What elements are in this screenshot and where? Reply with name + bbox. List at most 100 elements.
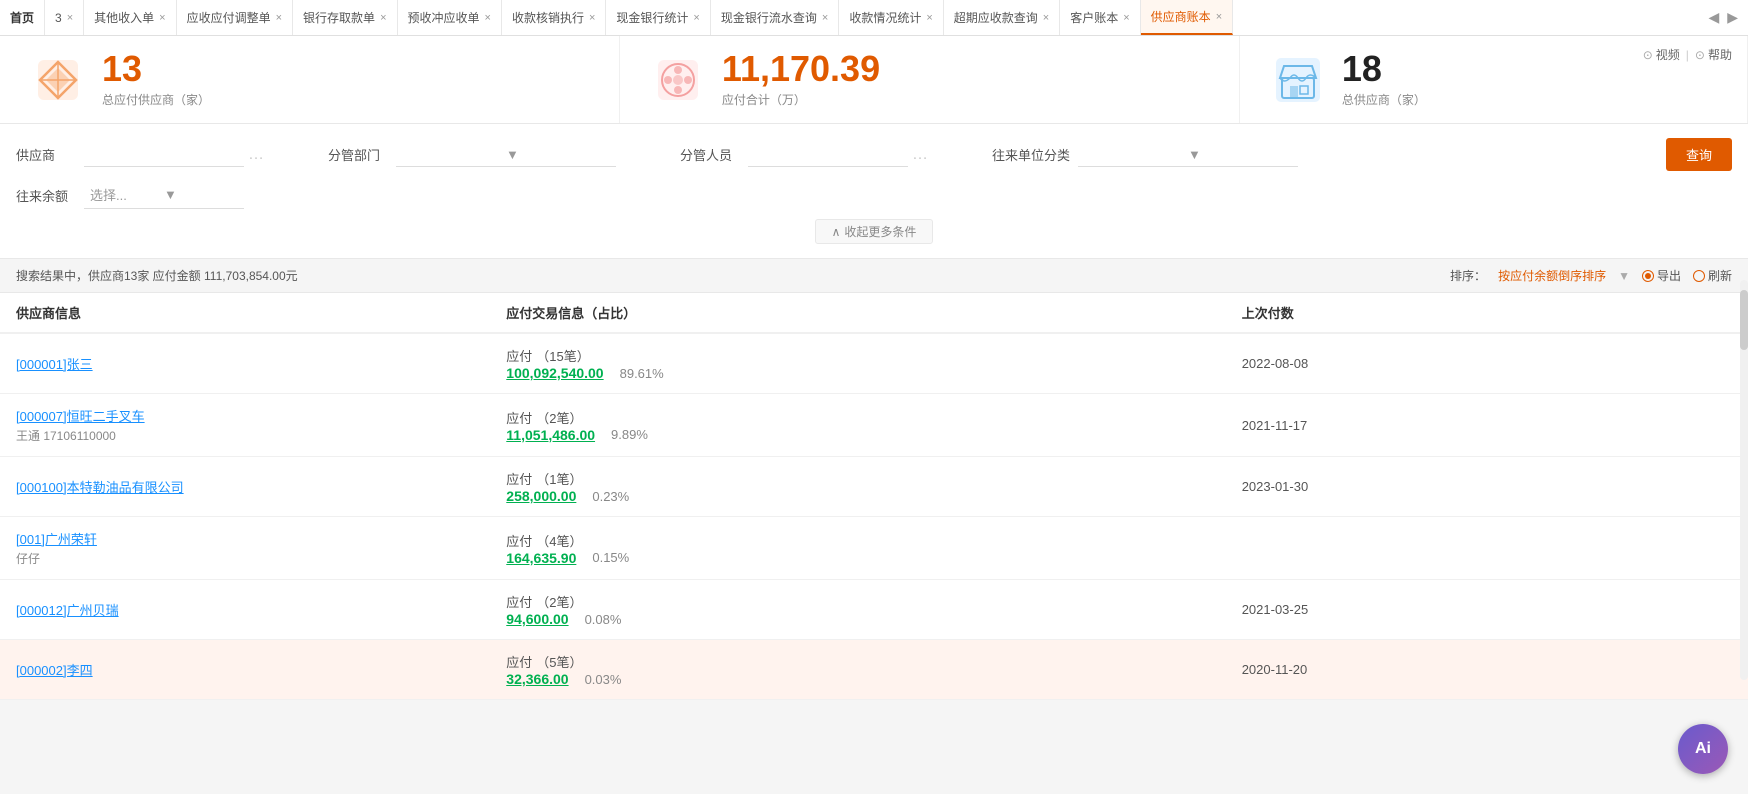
tab-overdue-ar-label: 超期应收款查询 [954,9,1038,26]
payable-count: （5笔） [536,652,582,671]
table-row: [000007]恒旺二手叉车 王通 17106110000 应付 （2笔） 11… [0,394,1748,457]
export-button[interactable]: 导出 [1642,267,1681,284]
nav-tab-cash-bank-flow[interactable]: 现金银行流水查询 × [711,0,839,35]
stat1-content: 13 总应付供应商（家） [102,51,210,108]
supplier-link[interactable]: [000012]广州贝瑞 [16,600,506,619]
close-other-income-icon[interactable]: × [159,12,165,24]
help-link[interactable]: 帮助 [1708,46,1732,63]
stat-total-payable-suppliers: 13 总应付供应商（家） [0,36,620,123]
stat1-number: 13 [102,51,210,87]
payable-amount[interactable]: 11,051,486.00 [506,427,595,443]
table-row: [001]广州荣轩 仔仔 应付 （4笔） 164,635.90 0.15% [0,517,1748,580]
close-prepay-ar-icon[interactable]: × [485,12,491,24]
table-row: [000001]张三 应付 （15笔） 100,092,540.00 89.61… [0,334,1748,394]
nav-tab-home[interactable]: 首页 [0,0,45,35]
close-supplier-ledger-icon[interactable]: × [1216,11,1222,23]
ai-button-label: Ai [1695,740,1711,758]
close-tab-3-icon[interactable]: × [67,12,73,24]
payable-percent: 9.89% [611,427,648,442]
col-header-supplier: 供应商信息 [16,303,506,322]
person-dots-icon[interactable]: … [912,146,928,164]
tab-prepay-ar-label: 预收冲应收单 [408,9,480,26]
nav-tab-cash-bank-stat[interactable]: 现金银行统计 × [606,0,710,35]
close-overdue-ar-icon[interactable]: × [1043,12,1049,24]
refresh-button[interactable]: 刷新 [1693,267,1732,284]
nav-tab-customer-ledger[interactable]: 客户账本 × [1060,0,1140,35]
person-filter-label: 分管人员 [680,145,740,164]
sort-dropdown-arrow-icon[interactable]: ▼ [1618,269,1630,283]
dept-select[interactable]: ▼ [396,143,616,167]
filter-row-1: 供应商 … 分管部门 ▼ 分管人员 … 往来单位分类 ▼ 查询 [16,138,1732,171]
payable-count: （2笔） [536,408,582,427]
table-row: [000100]本特勒油品有限公司 应付 （1笔） 258,000.00 0.2… [0,457,1748,517]
person-input[interactable] [748,143,908,167]
payable-percent: 0.08% [585,612,622,627]
payable-label: 应付 [506,531,532,550]
nav-tab-ar-ap-adjust[interactable]: 应收应付调整单 × [177,0,293,35]
person-filter-item: 分管人员 … [680,143,928,167]
supplier-filter-item: 供应商 … [16,143,264,167]
category-select[interactable]: ▼ [1078,143,1298,167]
close-receipt-stat-icon[interactable]: × [926,12,932,24]
scrollbar-track[interactable] [1740,280,1748,680]
scrollbar-thumb[interactable] [1740,290,1748,350]
payable-amount[interactable]: 100,092,540.00 [506,365,603,381]
close-ar-ap-icon[interactable]: × [276,12,282,24]
close-receipt-writeoff-icon[interactable]: × [589,12,595,24]
payable-label: 应付 [506,469,532,488]
last-pay-cell: 2021-03-25 [1242,602,1732,617]
tab-bank-deposit-label: 银行存取款单 [303,9,375,26]
payable-label: 应付 [506,408,532,427]
supplier-link[interactable]: [000100]本特勒油品有限公司 [16,477,506,496]
col-header-last-pay: 上次付数 [1242,303,1732,322]
payable-info-cell: 应付 （2笔） 94,600.00 0.08% [506,592,1241,627]
dept-dropdown-arrow-icon: ▼ [506,147,610,162]
divider: | [1686,48,1689,62]
payable-info-cell: 应付 （5笔） 32,366.00 0.03% [506,652,1241,687]
export-radio-icon [1642,270,1654,282]
nav-tab-3[interactable]: 3 × [45,0,84,35]
video-link[interactable]: 视频 [1656,46,1680,63]
last-pay-date: 2020-11-20 [1242,662,1308,677]
supplier-link[interactable]: [000002]李四 [16,660,506,679]
tab-other-income-label: 其他收入单 [94,9,154,26]
last-pay-date: 2022-08-08 [1242,356,1309,371]
nav-tab-other-income[interactable]: 其他收入单 × [84,0,176,35]
supplier-dots-icon[interactable]: … [248,146,264,164]
home-tab-label: 首页 [10,9,34,26]
payable-amount[interactable]: 94,600.00 [506,611,568,627]
nav-tab-overdue-ar[interactable]: 超期应收款查询 × [944,0,1060,35]
supplier-link[interactable]: [001]广州荣轩 [16,529,506,548]
supplier-link[interactable]: [000001]张三 [16,354,506,373]
nav-tab-bank-deposit[interactable]: 银行存取款单 × [293,0,397,35]
ai-assistant-button[interactable]: Ai [1678,724,1728,774]
supplier-link[interactable]: [000007]恒旺二手叉车 [16,406,506,425]
close-cash-bank-flow-icon[interactable]: × [822,12,828,24]
nav-left-arrow[interactable]: ◀ [1704,7,1723,28]
stat3-number: 18 [1342,51,1426,87]
payable-amount[interactable]: 258,000.00 [506,488,576,504]
nav-right-arrow[interactable]: ▶ [1723,7,1742,28]
payable-amount[interactable]: 32,366.00 [506,671,568,687]
payable-info-cell: 应付 （1笔） 258,000.00 0.23% [506,469,1241,504]
nav-tab-prepay-ar[interactable]: 预收冲应收单 × [398,0,502,35]
table-row: [000012]广州贝瑞 应付 （2笔） 94,600.00 0.08% 202… [0,580,1748,640]
stat2-number: 11,170.39 [722,51,880,87]
nav-tab-supplier-ledger[interactable]: 供应商账本 × [1141,0,1233,35]
close-customer-ledger-icon[interactable]: × [1123,12,1129,24]
tab-customer-ledger-label: 客户账本 [1070,9,1118,26]
stat3-content: 18 总供应商（家） [1342,51,1426,108]
supplier-info-cell: [001]广州荣轩 仔仔 [16,529,506,567]
nav-tab-receipt-stat[interactable]: 收款情况统计 × [839,0,943,35]
payable-amount[interactable]: 164,635.90 [506,550,576,566]
last-pay-date: 2021-03-25 [1242,602,1309,617]
sort-value[interactable]: 按应付余额倒序排序 [1498,267,1606,284]
collapse-filter-button[interactable]: ∧ 收起更多条件 [815,219,934,244]
balance-select[interactable]: 选择... ▼ [84,181,244,209]
nav-tab-receipt-writeoff[interactable]: 收款核销执行 × [502,0,606,35]
stats-bar: 13 总应付供应商（家） 11,170.39 应付合计（万） [0,36,1748,124]
close-bank-deposit-icon[interactable]: × [380,12,386,24]
supplier-input[interactable] [84,143,244,167]
close-cash-bank-stat-icon[interactable]: × [693,12,699,24]
search-button[interactable]: 查询 [1666,138,1732,171]
